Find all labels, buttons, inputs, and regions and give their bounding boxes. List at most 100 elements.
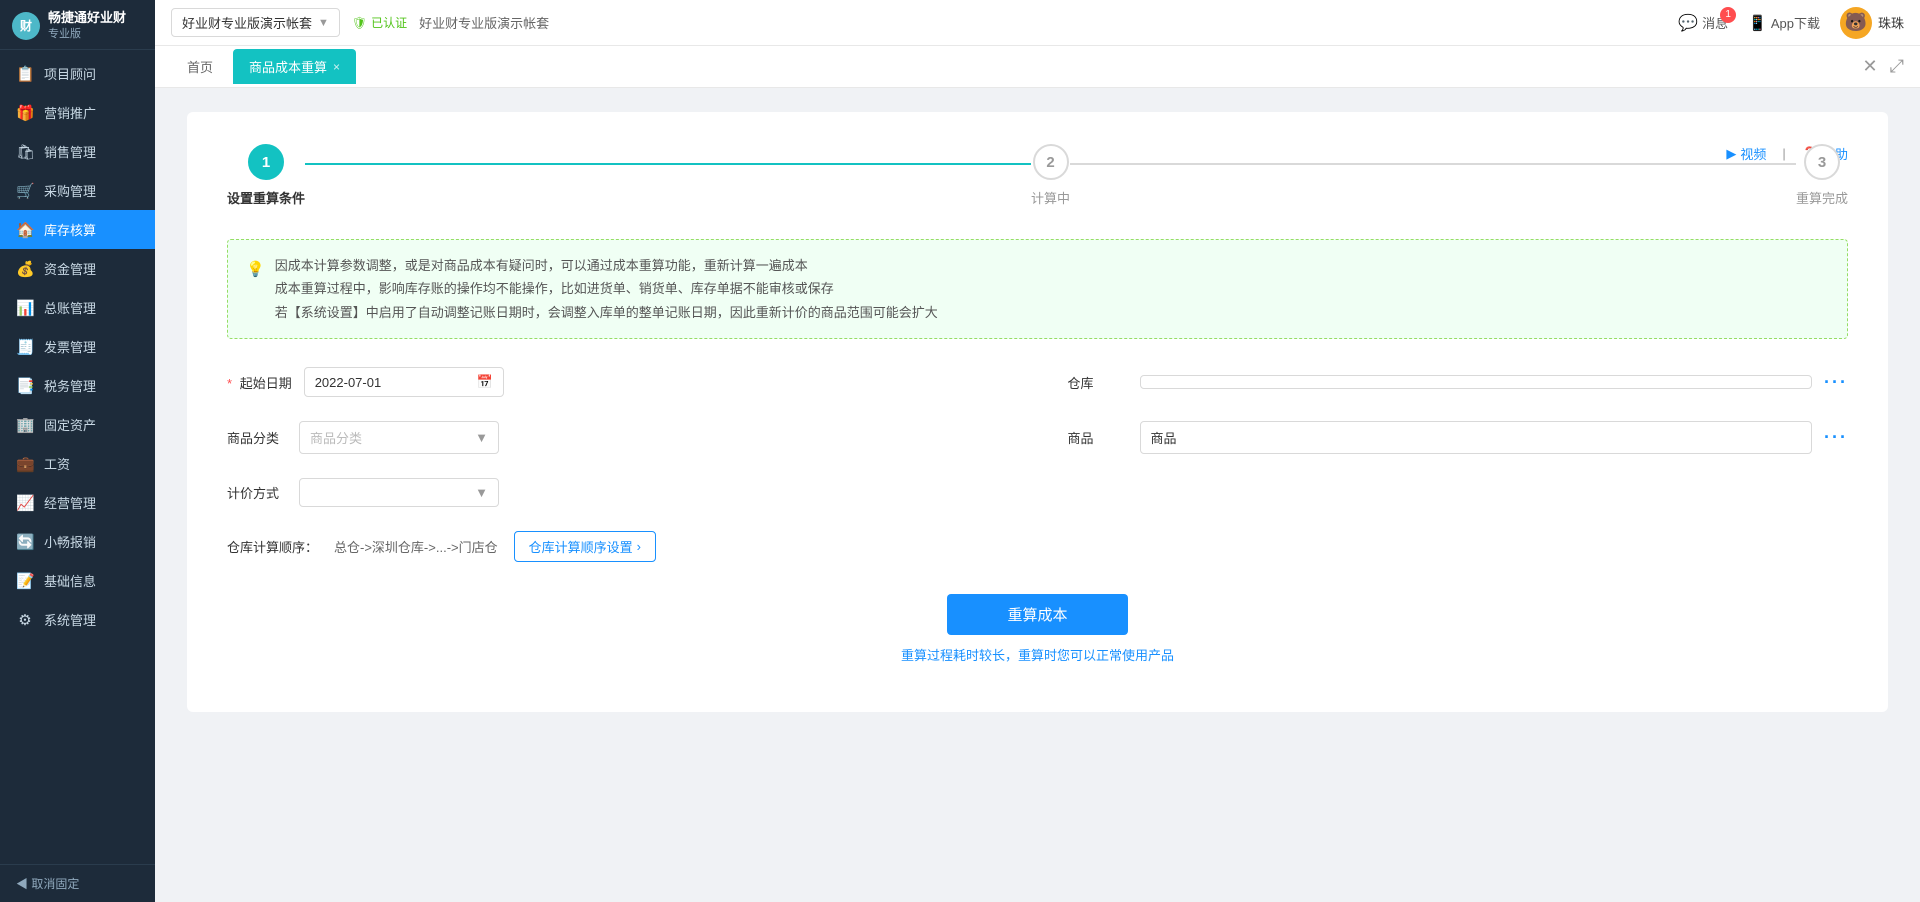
sidebar-item-project[interactable]: 📋 项目顾问 xyxy=(0,54,155,93)
purchase-icon: 🛒 xyxy=(16,182,34,200)
sidebar-label-accounting: 总账管理 xyxy=(44,298,96,317)
warehouse-order-label: 仓库计算顺序： xyxy=(227,537,318,556)
sidebar-label-expense: 小畅报销 xyxy=(44,532,96,551)
pricing-label: 计价方式 xyxy=(227,483,287,502)
shield-icon: 🛡 xyxy=(352,16,367,30)
sidebar-item-basic[interactable]: 📝 基础信息 xyxy=(0,561,155,600)
notice-content: 因成本计算参数调整，或是对商品成本有疑问时，可以通过成本重算功能，重新计算一遍成… xyxy=(275,254,938,324)
topbar-right: 💬 消息 1 📱 App下载 🐻 珠珠 xyxy=(1678,7,1904,39)
form-row-1: * 起始日期 2022-07-01 📅 仓库 ··· xyxy=(227,367,1848,397)
sidebar-item-marketing[interactable]: 🎁 营销推广 xyxy=(0,93,155,132)
main-area: 好业财专业版演示帐套 ▼ 🛡 已认证 好业财专业版演示帐套 💬 消息 1 📱 A… xyxy=(155,0,1920,902)
account-name: 好业财专业版演示帐套 xyxy=(182,13,312,32)
category-placeholder: 商品分类 xyxy=(310,428,362,447)
tab-home-label: 首页 xyxy=(187,60,213,75)
sidebar-label-tax: 税务管理 xyxy=(44,376,96,395)
goods-label: 商品 xyxy=(1068,428,1128,447)
sidebar-item-inventory[interactable]: 🏠 库存核算 xyxy=(0,210,155,249)
sidebar-label-sales: 销售管理 xyxy=(44,142,96,161)
video-link[interactable]: ▶ 视频 xyxy=(1726,144,1766,163)
pricing-select[interactable]: ▼ xyxy=(299,478,499,507)
app-logo-icon: 财 xyxy=(12,12,40,40)
goods-more-icon[interactable]: ··· xyxy=(1824,427,1848,448)
sidebar-label-marketing: 营销推广 xyxy=(44,103,96,122)
system-icon: ⚙ xyxy=(16,611,34,629)
warehouse-label: 仓库 xyxy=(1068,373,1128,392)
sidebar-item-invoice[interactable]: 🧾 发票管理 xyxy=(0,327,155,366)
close-window-icon[interactable]: ✕ xyxy=(1863,56,1878,77)
notice-box: 💡 因成本计算参数调整，或是对商品成本有疑问时，可以通过成本重算功能，重新计算一… xyxy=(227,239,1848,339)
sidebar-item-salary[interactable]: 💼 工资 xyxy=(0,444,155,483)
message-button[interactable]: 💬 消息 1 xyxy=(1678,13,1728,33)
sidebar-label-finance: 资金管理 xyxy=(44,259,96,278)
warehouse-input[interactable] xyxy=(1140,375,1813,389)
sidebar-item-assets[interactable]: 🏢 固定资产 xyxy=(0,405,155,444)
step-3-label: 重算完成 xyxy=(1796,188,1848,207)
wizard-steps: 1 设置重算条件 2 计算中 3 重算完成 xyxy=(227,144,1848,207)
warehouse-field: 仓库 ··· xyxy=(1068,372,1849,393)
tab-cost-recalc[interactable]: 商品成本重算 × xyxy=(233,49,356,84)
sidebar-nav: 📋 项目顾问 🎁 营销推广 🛍 销售管理 🛒 采购管理 🏠 库存核算 💰 资金管… xyxy=(0,50,155,864)
operation-icon: 📈 xyxy=(16,494,34,512)
invoice-icon: 🧾 xyxy=(16,338,34,356)
sidebar-collapse-label: ◀ 取消固定 xyxy=(16,875,79,892)
sidebar: 财 畅捷通好业财 专业版 📋 项目顾问 🎁 营销推广 🛍 销售管理 🛒 采购管理… xyxy=(0,0,155,902)
category-select[interactable]: 商品分类 ▼ xyxy=(299,421,499,454)
start-date-input[interactable]: 2022-07-01 📅 xyxy=(304,367,504,397)
marketing-icon: 🎁 xyxy=(16,104,34,122)
sidebar-item-sales[interactable]: 🛍 销售管理 xyxy=(0,132,155,171)
accounting-icon: 📊 xyxy=(16,299,34,317)
sidebar-item-operation[interactable]: 📈 经营管理 xyxy=(0,483,155,522)
account-selector[interactable]: 好业财专业版演示帐套 ▼ xyxy=(171,8,340,37)
user-avatar: 🐻 xyxy=(1840,7,1872,39)
sidebar-label-basic: 基础信息 xyxy=(44,571,96,590)
form-row-2: 商品分类 商品分类 ▼ 商品 商品 ··· xyxy=(227,421,1848,454)
step-connector-2-3 xyxy=(1070,163,1796,165)
goods-input[interactable]: 商品 xyxy=(1140,421,1813,454)
app-download-button[interactable]: 📱 App下载 xyxy=(1748,13,1820,32)
form-row-3: 计价方式 ▼ xyxy=(227,478,1848,507)
pricing-chevron-icon: ▼ xyxy=(475,485,488,500)
verified-account-name: 好业财专业版演示帐套 xyxy=(419,13,549,32)
verified-text: 已认证 xyxy=(371,14,407,31)
assets-icon: 🏢 xyxy=(16,416,34,434)
sidebar-label-invoice: 发票管理 xyxy=(44,337,96,356)
sidebar-label-assets: 固定资产 xyxy=(44,415,96,434)
sidebar-item-system[interactable]: ⚙ 系统管理 xyxy=(0,600,155,639)
step-connector-1-2 xyxy=(305,163,1031,165)
required-star: * xyxy=(227,376,232,391)
sidebar-item-expense[interactable]: 🔄 小畅报销 xyxy=(0,522,155,561)
sidebar-item-purchase[interactable]: 🛒 采购管理 xyxy=(0,171,155,210)
tab-home[interactable]: 首页 xyxy=(171,49,229,84)
submit-label: 重算成本 xyxy=(1007,607,1067,624)
sidebar-item-tax[interactable]: 📑 税务管理 xyxy=(0,366,155,405)
step-1-label: 设置重算条件 xyxy=(227,188,305,207)
warehouse-more-icon[interactable]: ··· xyxy=(1824,372,1848,393)
step-1-circle: 1 xyxy=(248,144,284,180)
sidebar-logo: 财 畅捷通好业财 专业版 xyxy=(0,0,155,50)
start-date-field: * 起始日期 2022-07-01 📅 xyxy=(227,367,1008,397)
category-chevron-icon: ▼ xyxy=(475,430,488,445)
app-download-label: App下载 xyxy=(1771,13,1820,32)
warehouse-order-btn-label: 仓库计算顺序设置 xyxy=(529,537,633,556)
calendar-icon[interactable]: 📅 xyxy=(477,374,493,390)
user-profile[interactable]: 🐻 珠珠 xyxy=(1840,7,1904,39)
salary-icon: 💼 xyxy=(16,455,34,473)
submit-button[interactable]: 重算成本 xyxy=(947,594,1127,635)
warehouse-order-arrow-icon: › xyxy=(637,539,641,554)
close-tab-icon[interactable]: × xyxy=(333,60,340,74)
warehouse-order-settings-button[interactable]: 仓库计算顺序设置 › xyxy=(514,531,656,562)
notice-line-1: 因成本计算参数调整，或是对商品成本有疑问时，可以通过成本重算功能，重新计算一遍成… xyxy=(275,254,938,277)
sidebar-item-finance[interactable]: 💰 资金管理 xyxy=(0,249,155,288)
expand-icon[interactable]: ⤢ xyxy=(1890,56,1904,77)
step-2: 2 计算中 xyxy=(1031,144,1070,207)
basic-icon: 📝 xyxy=(16,572,34,590)
tax-icon: 📑 xyxy=(16,377,34,395)
sidebar-item-accounting[interactable]: 📊 总账管理 xyxy=(0,288,155,327)
category-label: 商品分类 xyxy=(227,428,287,447)
message-badge: 1 xyxy=(1720,7,1736,23)
sidebar-collapse-button[interactable]: ◀ 取消固定 xyxy=(0,864,155,902)
warehouse-order-value: 总仓->深圳仓库->...->门店仓 xyxy=(334,537,498,556)
play-icon: ▶ xyxy=(1726,146,1736,162)
page-content: ▶ 视频 | ❓ 帮助 1 设置重算条件 xyxy=(155,88,1920,902)
